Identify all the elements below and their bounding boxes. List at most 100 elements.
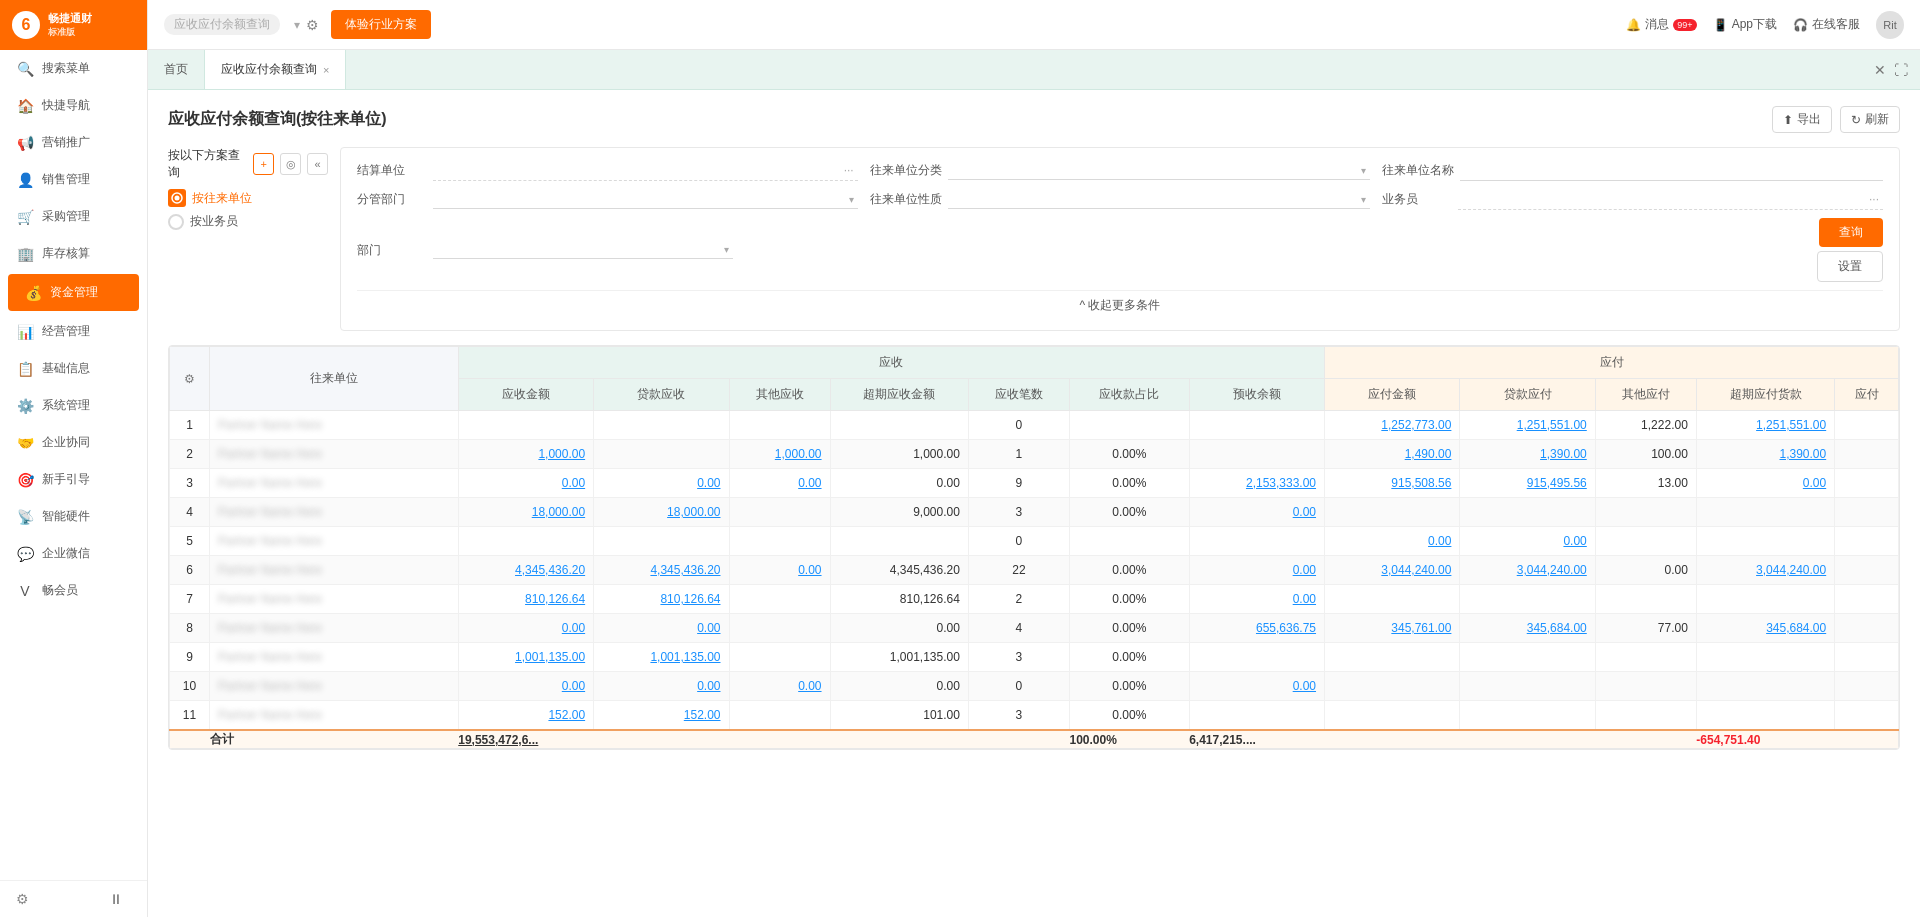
antenna-icon: 📡 [16,509,34,525]
page-container: 应收应付余额查询(按往来单位) ⬆ 导出 ↻ 刷新 按以下方案查询 + ◎ [148,90,1920,917]
salesperson-label: 业务员 [1382,191,1452,208]
collapse-more-button[interactable]: ^ 收起更多条件 [357,290,1883,318]
sidebar-item-smart-hw[interactable]: 📡 智能硬件 [0,498,147,535]
tab-home[interactable]: 首页 [148,50,205,89]
settings-icon[interactable]: ⚙ [16,891,29,907]
col-ar-count: 应收笔数 [968,379,1069,411]
sidebar-item-sales[interactable]: 👤 销售管理 [0,161,147,198]
list-icon: 📋 [16,361,34,377]
table-row: 9Partner Name Here1,001,135.001,001,135.… [170,643,1899,672]
dept-in-charge-select[interactable]: ▾ [433,191,858,209]
settings-button[interactable]: 设置 [1817,251,1883,282]
col-loan-ar: 贷款应收 [594,379,729,411]
notification-badge: 99+ [1673,19,1696,31]
scheme-collapse-icon[interactable]: « [307,153,328,175]
partner-category-select[interactable]: ▾ [948,162,1371,180]
sidebar-item-marketing[interactable]: 📢 营销推广 [0,124,147,161]
home-tab-label: 首页 [164,61,188,78]
main-content: 应收应付余额查询(按往来单位) ⬆ 导出 ↻ 刷新 按以下方案查询 + ◎ [148,90,1920,917]
sidebar-item-label: 系统管理 [42,397,90,414]
gear-icon: ⚙️ [16,398,34,414]
chevron-down-icon4: ▾ [724,244,729,255]
scheme-item-partner[interactable]: 按往来单位 [168,189,328,207]
export-label: 导出 [1797,111,1821,128]
col-other-ar: 其他应收 [729,379,830,411]
bell-icon: 🔔 [1626,18,1641,32]
scheme-item-salesperson[interactable]: 按业务员 [168,213,328,230]
page-title-bar: 应收应付余额查询(按往来单位) ⬆ 导出 ↻ 刷新 [168,106,1900,133]
col-loan-ap: 贷款应付 [1460,379,1595,411]
sidebar-bottom: ⚙ ⏸ [0,880,147,917]
app-download-label: App下载 [1732,16,1777,33]
sidebar-item-label: 搜索菜单 [42,60,90,77]
sidebar-item-quicknav[interactable]: 🏠 快捷导航 [0,87,147,124]
page-actions: ⬆ 导出 ↻ 刷新 [1772,106,1900,133]
filter-dept-in-charge: 分管部门 ▾ [357,189,858,210]
money-icon: 💰 [24,285,42,301]
sidebar-item-operations[interactable]: 📊 经营管理 [0,313,147,350]
sidebar-item-enterprise[interactable]: 🤝 企业协同 [0,424,147,461]
table-row: 4Partner Name Here18,000.0018,000.009,00… [170,498,1899,527]
tab-ar-query[interactable]: 应收应付余额查询 × [205,50,346,89]
sidebar-item-member[interactable]: V 畅会员 [0,572,147,609]
export-button[interactable]: ⬆ 导出 [1772,106,1832,133]
filter-row-2: 分管部门 ▾ 往来单位性质 ▾ 业务员 [357,189,1883,210]
sidebar-item-sys-mgmt[interactable]: ⚙️ 系统管理 [0,387,147,424]
table-row: 1Partner Name Here01,252,773.001,251,551… [170,411,1899,440]
salesperson-input[interactable]: ··· [1458,189,1883,210]
sidebar-item-wechat[interactable]: 💬 企业微信 [0,535,147,572]
col-overdue-ap: 超期应付货款 [1696,379,1834,411]
table-row: 5Partner Name Here00.000.00 [170,527,1899,556]
col-other-ap: 其他应付 [1595,379,1696,411]
partner-nature-select[interactable]: ▾ [948,191,1371,209]
table-row: 11Partner Name Here152.00152.00101.0030.… [170,701,1899,731]
partner-name-input[interactable] [1460,160,1883,181]
table-container: ⚙ 往来单位 应收 应付 应收金额 贷款应收 其他应收 超期应收金额 应收笔数 [168,345,1900,750]
col-payable-header: 应付 [1325,347,1899,379]
target-icon: 🎯 [16,472,34,488]
scheme-settings-icon[interactable]: ◎ [280,153,301,175]
cart-icon: 🛒 [16,209,34,225]
tab-bar-right: ✕ ⛶ [1862,50,1920,89]
dept-in-charge-label: 分管部门 [357,191,427,208]
home-icon: 🏠 [16,98,34,114]
collapse-icon[interactable]: ⏸ [109,891,123,907]
trial-button[interactable]: 体验行业方案 [331,10,431,39]
filter-partner-category: 往来单位分类 ▾ [870,160,1371,181]
building-icon: 🏢 [16,246,34,262]
avatar[interactable]: Rit [1876,11,1904,39]
expand-icon[interactable]: ⛶ [1894,62,1908,78]
col-ap-amount: 应付金额 [1325,379,1460,411]
query-button[interactable]: 查询 [1819,218,1883,247]
sidebar-item-label: 新手引导 [42,471,90,488]
sidebar-item-search[interactable]: 🔍 搜索菜单 [0,50,147,87]
member-icon: V [16,583,34,599]
sidebar-item-warehouse[interactable]: 🏢 库存核算 [0,235,147,272]
chat-icon: 💬 [16,546,34,562]
close-window-icon[interactable]: ✕ [1874,62,1886,78]
add-scheme-icon[interactable]: + [253,153,274,175]
logo-sub: 标准版 [48,26,92,39]
logo-icon: 6 [12,11,40,39]
service-item[interactable]: 🎧 在线客服 [1793,16,1860,33]
table-settings-icon[interactable]: ⚙ [184,372,195,386]
header-gear-icon[interactable]: ⚙ [306,17,319,33]
chevron-down-icon3: ▾ [1361,194,1366,205]
partner-name-label: 往来单位名称 [1382,162,1454,179]
department-select[interactable]: ▾ [433,241,733,259]
sidebar-item-guide[interactable]: 🎯 新手引导 [0,461,147,498]
sidebar-item-label: 营销推广 [42,134,90,151]
col-ar-ratio: 应收款占比 [1069,379,1189,411]
sidebar-item-basic-info[interactable]: 📋 基础信息 [0,350,147,387]
notification-item[interactable]: 🔔 消息 99+ [1626,16,1696,33]
table-row: 2Partner Name Here1,000.001,000.001,000.… [170,440,1899,469]
sidebar-item-purchase[interactable]: 🛒 采购管理 [0,198,147,235]
footer-label: 合计 [210,730,459,749]
sidebar-item-label: 经营管理 [42,323,90,340]
settlement-unit-input[interactable]: ··· [433,160,858,181]
sidebar-item-finance[interactable]: 💰 资金管理 [8,274,139,311]
footer-ar-total[interactable]: 19,553,472,6... [458,730,593,749]
app-download-item[interactable]: 📱 App下载 [1713,16,1777,33]
tab-close-icon[interactable]: × [323,64,329,76]
refresh-button[interactable]: ↻ 刷新 [1840,106,1900,133]
